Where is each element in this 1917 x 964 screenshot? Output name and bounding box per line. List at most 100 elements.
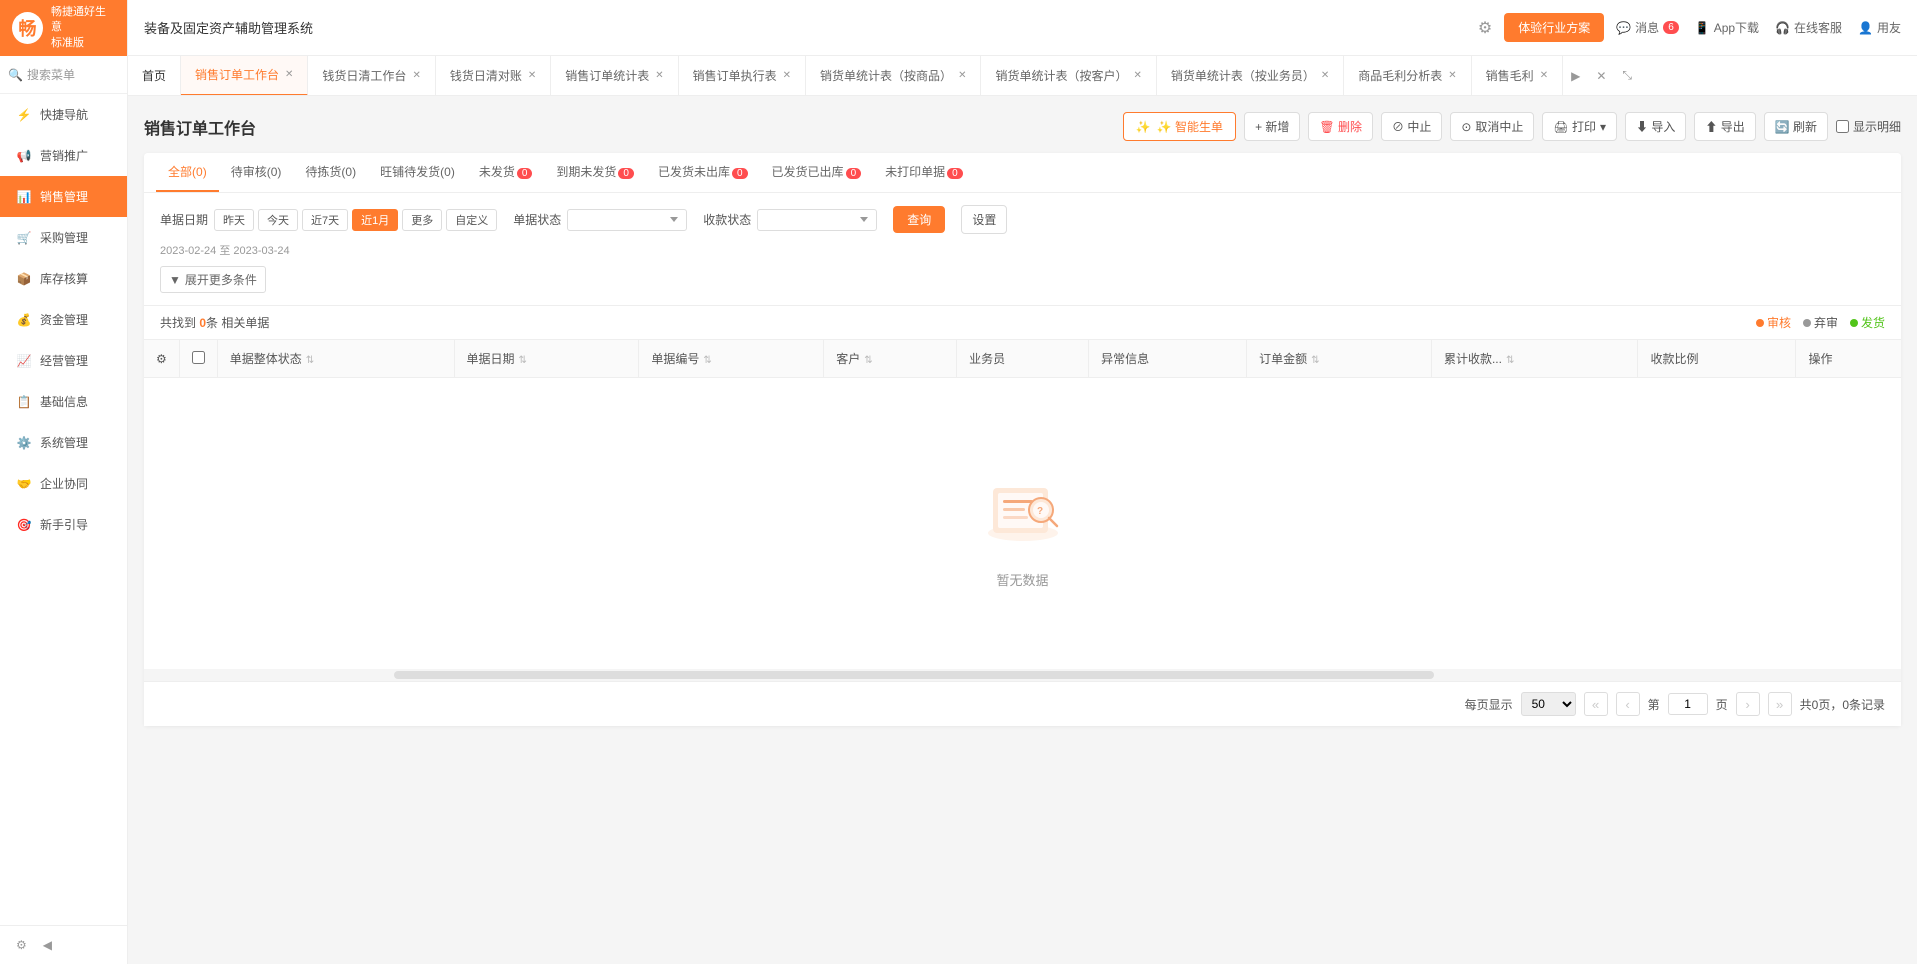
col-checkbox [179, 340, 217, 378]
header-actions: 💬 消息 6 📱 App下载 🎧 在线客服 👤 用友 [1616, 19, 1901, 36]
date-btn-more[interactable]: 更多 [402, 209, 442, 231]
export-btn[interactable]: ⬆ 导出 [1694, 112, 1755, 141]
sidebar-item-marketing[interactable]: 📢 营销推广 [0, 135, 127, 176]
print-btn[interactable]: 🖨 打印 ▾ [1542, 112, 1617, 141]
tab-close-all-btn[interactable]: ✕ [1588, 69, 1614, 83]
date-btn-1month[interactable]: 近1月 [352, 209, 398, 231]
col-customer: 客户⇅ [824, 340, 957, 378]
query-btn[interactable]: 查询 [893, 206, 945, 233]
per-page-select[interactable]: 50 100 200 [1521, 692, 1576, 716]
tab-close-cash-reconcile[interactable]: ✕ [528, 70, 536, 81]
ship-action-btn[interactable]: 发货 [1850, 314, 1885, 331]
message-btn[interactable]: 💬 消息 6 [1616, 19, 1679, 36]
sidebar-item-sales[interactable]: 📊 销售管理 [0, 176, 127, 217]
sub-tab-not-printed[interactable]: 未打印单据0 [873, 153, 975, 192]
page-input[interactable] [1668, 693, 1708, 715]
tab-cash-daily[interactable]: 钱货日清工作台 ✕ [308, 56, 435, 96]
col-date: 单据日期⇅ [454, 340, 639, 378]
date-range-display: 2023-02-24 至 2023-03-24 [160, 242, 290, 258]
tab-more-btn[interactable]: ▶ [1563, 69, 1588, 83]
col-setting[interactable]: ⚙ [144, 340, 179, 378]
tab-close-sales-exec[interactable]: ✕ [783, 70, 791, 81]
sidebar-item-basic-info[interactable]: 📋 基础信息 [0, 381, 127, 422]
smart-btn[interactable]: ✨ ✨ 智能生单 [1123, 112, 1236, 141]
quick-nav-icon: ⚡ [16, 107, 32, 123]
stop-btn[interactable]: ⊘ 中止 [1381, 112, 1442, 141]
tab-sales-stats[interactable]: 销售订单统计表 ✕ [551, 56, 678, 96]
next-page-btn[interactable]: › [1736, 692, 1760, 716]
settings-gear-icon[interactable]: ⚙ [1478, 18, 1492, 38]
show-detail-label[interactable]: 显示明细 [1836, 118, 1901, 135]
tab-close-sale-amount[interactable]: ✕ [1540, 70, 1548, 81]
collapse-icon[interactable]: ◀ [43, 938, 52, 952]
date-btn-yesterday[interactable]: 昨天 [214, 209, 254, 231]
tab-close-sales-stats[interactable]: ✕ [655, 70, 663, 81]
sub-tab-all[interactable]: 全部(0) [156, 153, 219, 192]
tab-sale-stats-salesman[interactable]: 销货单统计表（按业务员） ✕ [1157, 56, 1344, 96]
tab-sales-workbench[interactable]: 销售订单工作台 ✕ [181, 56, 308, 96]
tab-cash-reconcile[interactable]: 钱货日清对账 ✕ [436, 56, 551, 96]
review-action-btn[interactable]: 审核 [1756, 314, 1791, 331]
settings-icon[interactable]: ⚙ [16, 938, 27, 952]
date-btn-today[interactable]: 今天 [258, 209, 298, 231]
toolbar: ✨ ✨ 智能生单 + 新增 🗑 删除 ⊘ 中止 ⊙ 取消中止 🖨 打印 [1123, 112, 1901, 141]
sidebar-item-purchase[interactable]: 🛒 采购管理 [0, 217, 127, 258]
table-actions: 审核 弃审 发货 [1756, 314, 1885, 331]
sidebar-item-system[interactable]: ⚙️ 系统管理 [0, 422, 127, 463]
tab-close-sale-stats-product[interactable]: ✕ [958, 70, 966, 81]
scrollbar-area[interactable] [144, 669, 1901, 681]
tab-expand-btn[interactable]: ⤡ [1614, 68, 1640, 83]
sub-tab-wangpu-pending[interactable]: 旺铺待发货(0) [368, 153, 467, 192]
marketing-icon: 📢 [16, 148, 32, 164]
tab-close-sales-workbench[interactable]: ✕ [285, 69, 293, 80]
status-select[interactable] [567, 209, 687, 231]
sub-tab-not-shipped[interactable]: 未发货0 [467, 153, 545, 192]
sidebar-item-quick-nav[interactable]: ⚡ 快捷导航 [0, 94, 127, 135]
tab-close-sale-stats-customer[interactable]: ✕ [1133, 70, 1141, 81]
tab-sale-amount[interactable]: 销售毛利 ✕ [1472, 56, 1563, 96]
sidebar-item-enterprise[interactable]: 🤝 企业协同 [0, 463, 127, 504]
sidebar-item-finance[interactable]: 💰 资金管理 [0, 299, 127, 340]
refresh-btn[interactable]: 🔄 刷新 [1764, 112, 1828, 141]
import-btn[interactable]: ⬇ 导入 [1625, 112, 1686, 141]
first-page-btn[interactable]: « [1584, 692, 1608, 716]
expand-more-btn[interactable]: ▼ 展开更多条件 [160, 266, 266, 293]
tab-product-margin[interactable]: 商品毛利分析表 ✕ [1344, 56, 1471, 96]
user-menu[interactable]: 👤 用友 [1858, 19, 1901, 36]
tab-close-sale-stats-salesman[interactable]: ✕ [1321, 70, 1329, 81]
sub-tab-pending-pickup[interactable]: 待拣货(0) [293, 153, 368, 192]
cancel-review-action-btn[interactable]: 弃审 [1803, 314, 1838, 331]
tab-sale-stats-customer[interactable]: 销货单统计表（按客户） ✕ [981, 56, 1156, 96]
tab-sales-exec[interactable]: 销售订单执行表 ✕ [679, 56, 806, 96]
sidebar-item-newbie[interactable]: 🎯 新手引导 [0, 504, 127, 545]
prev-page-btn[interactable]: ‹ [1616, 692, 1640, 716]
sub-tab-pending-review[interactable]: 待审核(0) [219, 153, 294, 192]
industry-btn[interactable]: 体验行业方案 [1504, 13, 1604, 42]
cancel-stop-btn[interactable]: ⊙ 取消中止 [1450, 112, 1534, 141]
empty-text: 暂无数据 [996, 570, 1048, 589]
app-download-btn[interactable]: 📱 App下载 [1695, 19, 1759, 36]
delete-btn[interactable]: 🗑 删除 [1308, 112, 1373, 141]
date-btn-custom[interactable]: 自定义 [446, 209, 497, 231]
sub-tab-shipped-not-warehoused[interactable]: 已发货未出库0 [646, 153, 760, 192]
filter-area: 单据日期 昨天 今天 近7天 近1月 更多 自定义 单据状态 [144, 193, 1901, 306]
sub-tab-expired-not-shipped[interactable]: 到期未发货0 [544, 153, 646, 192]
tab-sale-stats-product[interactable]: 销货单统计表（按商品） ✕ [806, 56, 981, 96]
scrollbar-thumb[interactable] [394, 671, 1434, 679]
inventory-icon: 📦 [16, 271, 32, 287]
sidebar-search[interactable]: 🔍 搜索菜单 [0, 56, 127, 94]
add-btn[interactable]: + 新增 [1244, 112, 1300, 141]
online-service-btn[interactable]: 🎧 在线客服 [1775, 19, 1842, 36]
sidebar-item-operations[interactable]: 📈 经营管理 [0, 340, 127, 381]
tab-close-cash-daily[interactable]: ✕ [412, 70, 420, 81]
show-detail-checkbox[interactable] [1836, 120, 1849, 133]
sub-tab-shipped-warehoused[interactable]: 已发货已出库0 [760, 153, 874, 192]
tab-home[interactable]: 首页 [128, 56, 181, 96]
last-page-btn[interactable]: » [1768, 692, 1792, 716]
filter-settings-btn[interactable]: 设置 [961, 205, 1007, 234]
sidebar-item-inventory[interactable]: 📦 库存核算 [0, 258, 127, 299]
select-all-checkbox[interactable] [192, 351, 205, 364]
tab-close-product-margin[interactable]: ✕ [1448, 70, 1456, 81]
payment-select[interactable] [757, 209, 877, 231]
date-btn-7days[interactable]: 近7天 [302, 209, 348, 231]
